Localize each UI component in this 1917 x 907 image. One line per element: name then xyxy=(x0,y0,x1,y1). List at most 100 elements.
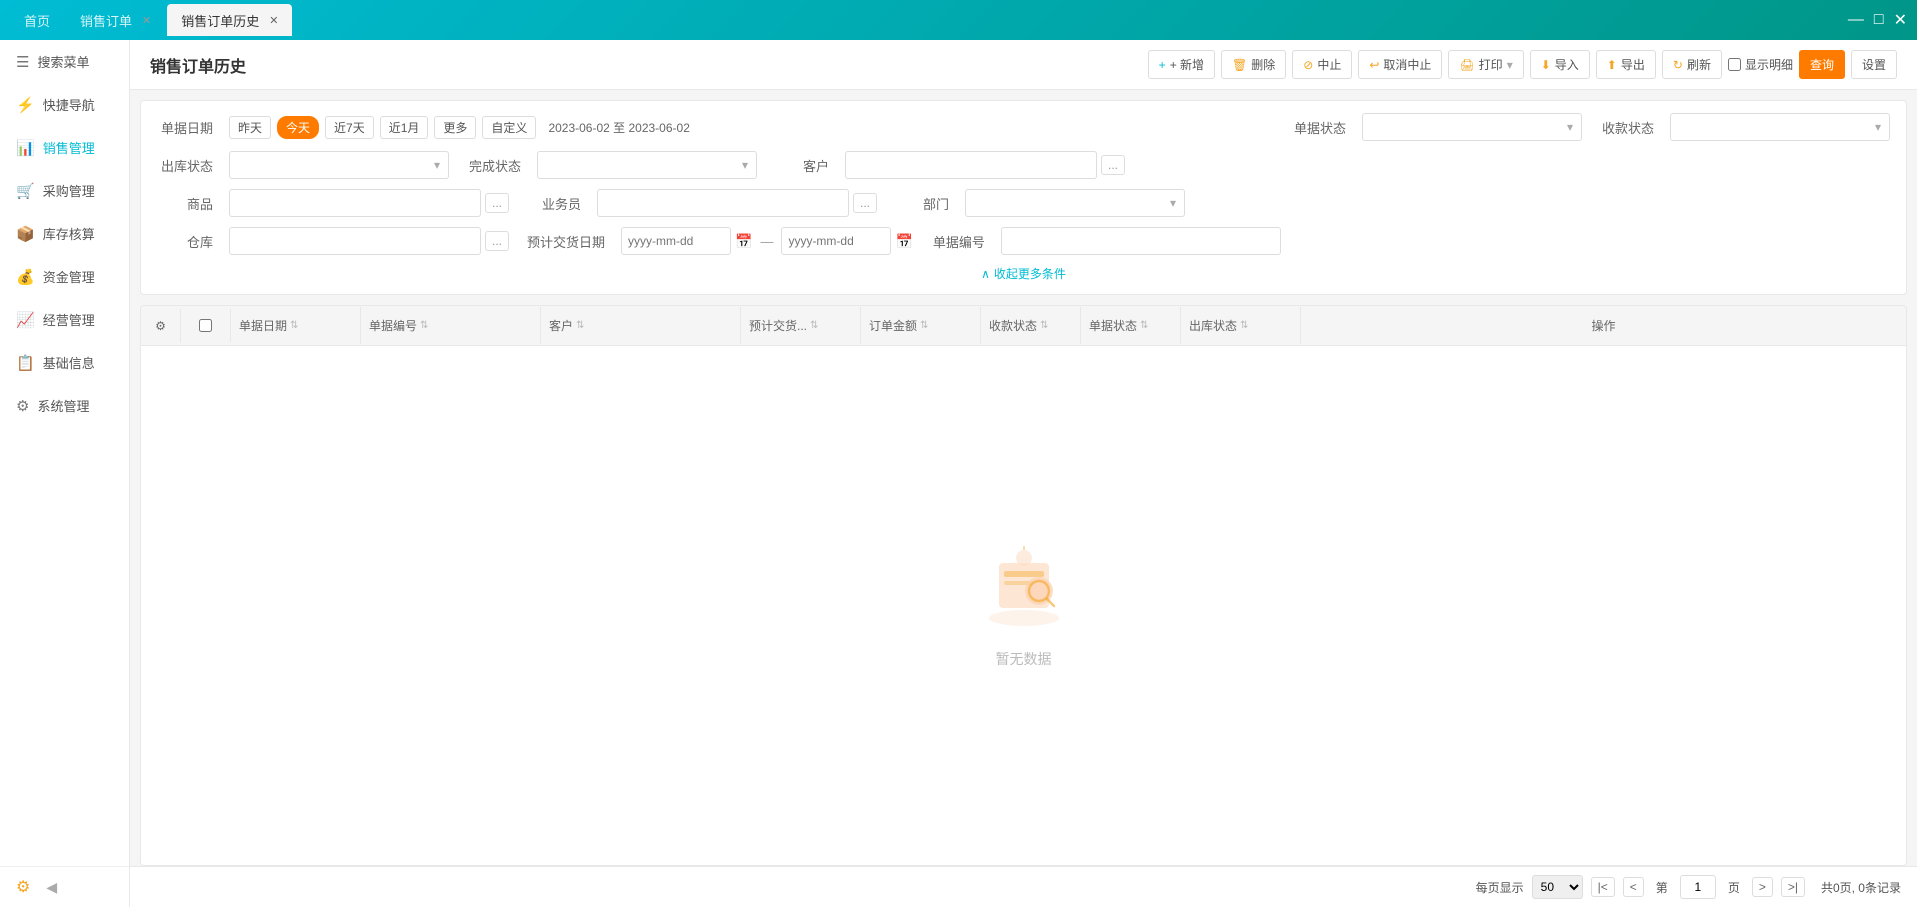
empty-text: 暂无数据 xyxy=(996,649,1052,669)
settings-button[interactable]: 设置 xyxy=(1851,50,1897,79)
th-date[interactable]: 单据日期 ⇅ xyxy=(231,307,361,344)
export-button[interactable]: ⬆ 导出 xyxy=(1596,50,1656,79)
new-button[interactable]: + + 新增 xyxy=(1148,50,1215,79)
warehouse-ellipsis-btn[interactable]: ... xyxy=(485,231,509,251)
th-checkbox[interactable] xyxy=(181,309,231,342)
filter-row-status: 出库状态 ▾ 完成状态 ▾ 客户 ... xyxy=(157,151,1890,179)
select-all-checkbox[interactable] xyxy=(199,319,212,332)
tab-sales-order-history[interactable]: 销售订单历史 ✕ xyxy=(167,4,292,36)
system-icon: ⚙ xyxy=(16,397,29,415)
sidebar-item-purchase[interactable]: 🛒 采购管理 xyxy=(0,169,129,212)
th-no[interactable]: 单据编号 ⇅ xyxy=(361,307,541,344)
ship-status-label: 出库状态 xyxy=(157,156,213,175)
th-settings[interactable]: ⚙ xyxy=(141,309,181,343)
complete-status-arrow: ▾ xyxy=(742,158,748,172)
ship-status-select[interactable]: ▾ xyxy=(229,151,449,179)
display-details-checkbox[interactable]: 显示明细 xyxy=(1728,56,1793,73)
customer-input[interactable] xyxy=(845,151,1097,179)
sort-no-icon: ⇅ xyxy=(420,320,428,331)
maximize-icon[interactable]: □ xyxy=(1874,11,1884,29)
th-ship-status[interactable]: 出库状态 ⇅ xyxy=(1181,307,1301,344)
date-btn-1month[interactable]: 近1月 xyxy=(380,116,429,139)
tab-sales-order[interactable]: 销售订单 ✕ xyxy=(66,4,165,36)
delivery-from-input[interactable] xyxy=(621,227,731,255)
date-btn-more[interactable]: 更多 xyxy=(434,116,476,139)
refresh-button[interactable]: ↻ 刷新 xyxy=(1662,50,1722,79)
delivery-to-input[interactable] xyxy=(781,227,891,255)
sidebar-item-sales[interactable]: 📊 销售管理 xyxy=(0,126,129,169)
content-area: 销售订单历史 + + 新增 🗑 删除 ⊘ 中止 ↩ 取消中止 xyxy=(130,40,1917,907)
per-page-select[interactable]: 50 100 200 xyxy=(1532,875,1583,899)
salesperson-input[interactable] xyxy=(597,189,849,217)
order-no-input[interactable] xyxy=(1001,227,1281,255)
minimize-icon[interactable]: — xyxy=(1848,11,1864,29)
import-icon: ⬇ xyxy=(1541,58,1551,72)
operations-icon: 📈 xyxy=(16,311,35,329)
th-amount[interactable]: 订单金额 ⇅ xyxy=(861,307,981,344)
close-tab-sales-order[interactable]: ✕ xyxy=(142,14,151,27)
sidebar-item-finance[interactable]: 💰 资金管理 xyxy=(0,255,129,298)
main-layout: ☰ 搜索菜单 ⚡ 快捷导航 📊 销售管理 🛒 采购管理 📦 库存核算 💰 资金管… xyxy=(0,40,1917,907)
settings-icon[interactable]: ⚙ xyxy=(16,877,30,897)
date-btn-today[interactable]: 今天 xyxy=(277,116,319,139)
pay-status-select[interactable]: ▾ xyxy=(1670,113,1890,141)
goods-input[interactable] xyxy=(229,189,481,217)
print-button[interactable]: 🖨 打印 ▾ xyxy=(1448,50,1523,79)
customer-ellipsis-btn[interactable]: ... xyxy=(1101,155,1125,175)
quick-nav-icon: ⚡ xyxy=(16,96,35,114)
first-page-btn[interactable]: |< xyxy=(1591,877,1615,897)
sidebar-item-basic-info[interactable]: 📋 基础信息 xyxy=(0,341,129,384)
sort-ship-icon: ⇅ xyxy=(1240,320,1248,331)
order-status-label: 单据状态 xyxy=(1290,118,1346,137)
page-header: 销售订单历史 + + 新增 🗑 删除 ⊘ 中止 ↩ 取消中止 xyxy=(130,40,1917,90)
delivery-date-label: 预计交货日期 xyxy=(525,232,605,251)
warehouse-input[interactable] xyxy=(229,227,481,255)
sidebar-item-system[interactable]: ⚙ 系统管理 xyxy=(0,384,129,427)
date-btn-7days[interactable]: 近7天 xyxy=(325,116,374,139)
next-page-btn[interactable]: > xyxy=(1752,877,1773,897)
order-status-select[interactable]: ▾ xyxy=(1362,113,1582,141)
th-pay-status[interactable]: 收款状态 ⇅ xyxy=(981,307,1081,344)
th-customer[interactable]: 客户 ⇅ xyxy=(541,307,741,344)
tab-home[interactable]: 首页 xyxy=(10,4,64,36)
customer-filter-label: 客户 xyxy=(773,156,829,175)
cancel-stop-icon: ↩ xyxy=(1369,58,1379,72)
top-bar: 首页 销售订单 ✕ 销售订单历史 ✕ — □ ✕ xyxy=(0,0,1917,40)
date-btn-yesterday[interactable]: 昨天 xyxy=(229,116,271,139)
prev-page-btn[interactable]: < xyxy=(1623,877,1644,897)
collapse-sidebar-icon[interactable]: ◀ xyxy=(46,879,57,896)
filter-row-date: 单据日期 昨天 今天 近7天 近1月 更多 自定义 2023-06-02 至 2… xyxy=(157,113,1890,141)
import-button[interactable]: ⬇ 导入 xyxy=(1530,50,1590,79)
stop-button[interactable]: ⊘ 中止 xyxy=(1292,50,1352,79)
delivery-to-calendar-icon[interactable]: 📅 xyxy=(895,233,912,250)
display-details-input[interactable] xyxy=(1728,58,1741,71)
warehouse-filter-label: 仓库 xyxy=(157,232,213,251)
basic-info-icon: 📋 xyxy=(16,354,35,372)
page-title: 销售订单历史 xyxy=(150,53,246,77)
date-btn-custom[interactable]: 自定义 xyxy=(482,116,536,139)
complete-status-select[interactable]: ▾ xyxy=(537,151,757,179)
cancel-stop-button[interactable]: ↩ 取消中止 xyxy=(1358,50,1442,79)
th-delivery[interactable]: 预计交货... ⇅ xyxy=(741,307,861,344)
th-order-status[interactable]: 单据状态 ⇅ xyxy=(1081,307,1181,344)
collapse-arrow-icon: ∧ xyxy=(981,267,990,281)
query-button[interactable]: 查询 xyxy=(1799,50,1845,79)
page-input[interactable] xyxy=(1680,875,1716,899)
date-filter-control: 昨天 今天 近7天 近1月 更多 自定义 2023-06-02 至 2023-0… xyxy=(229,116,1274,139)
close-tab-history[interactable]: ✕ xyxy=(269,14,278,27)
delete-button[interactable]: 🗑 删除 xyxy=(1221,50,1286,79)
goods-ellipsis-btn[interactable]: ... xyxy=(485,193,509,213)
sidebar-item-inventory[interactable]: 📦 库存核算 xyxy=(0,212,129,255)
department-select[interactable]: ▾ xyxy=(965,189,1185,217)
close-window-icon[interactable]: ✕ xyxy=(1894,10,1907,30)
delivery-from-calendar-icon[interactable]: 📅 xyxy=(735,233,752,250)
date-range-display: 2023-06-02 至 2023-06-02 xyxy=(548,119,689,136)
sidebar-item-search[interactable]: ☰ 搜索菜单 xyxy=(0,40,129,83)
per-page-label: 每页显示 xyxy=(1476,879,1524,896)
salesperson-ellipsis-btn[interactable]: ... xyxy=(853,193,877,213)
sidebar-item-quick-nav[interactable]: ⚡ 快捷导航 xyxy=(0,83,129,126)
collapse-filter-btn[interactable]: ∧ 收起更多条件 xyxy=(157,265,1890,282)
print-icon: 🖨 xyxy=(1459,58,1474,72)
sidebar-item-operations[interactable]: 📈 经营管理 xyxy=(0,298,129,341)
last-page-btn[interactable]: >| xyxy=(1781,877,1805,897)
